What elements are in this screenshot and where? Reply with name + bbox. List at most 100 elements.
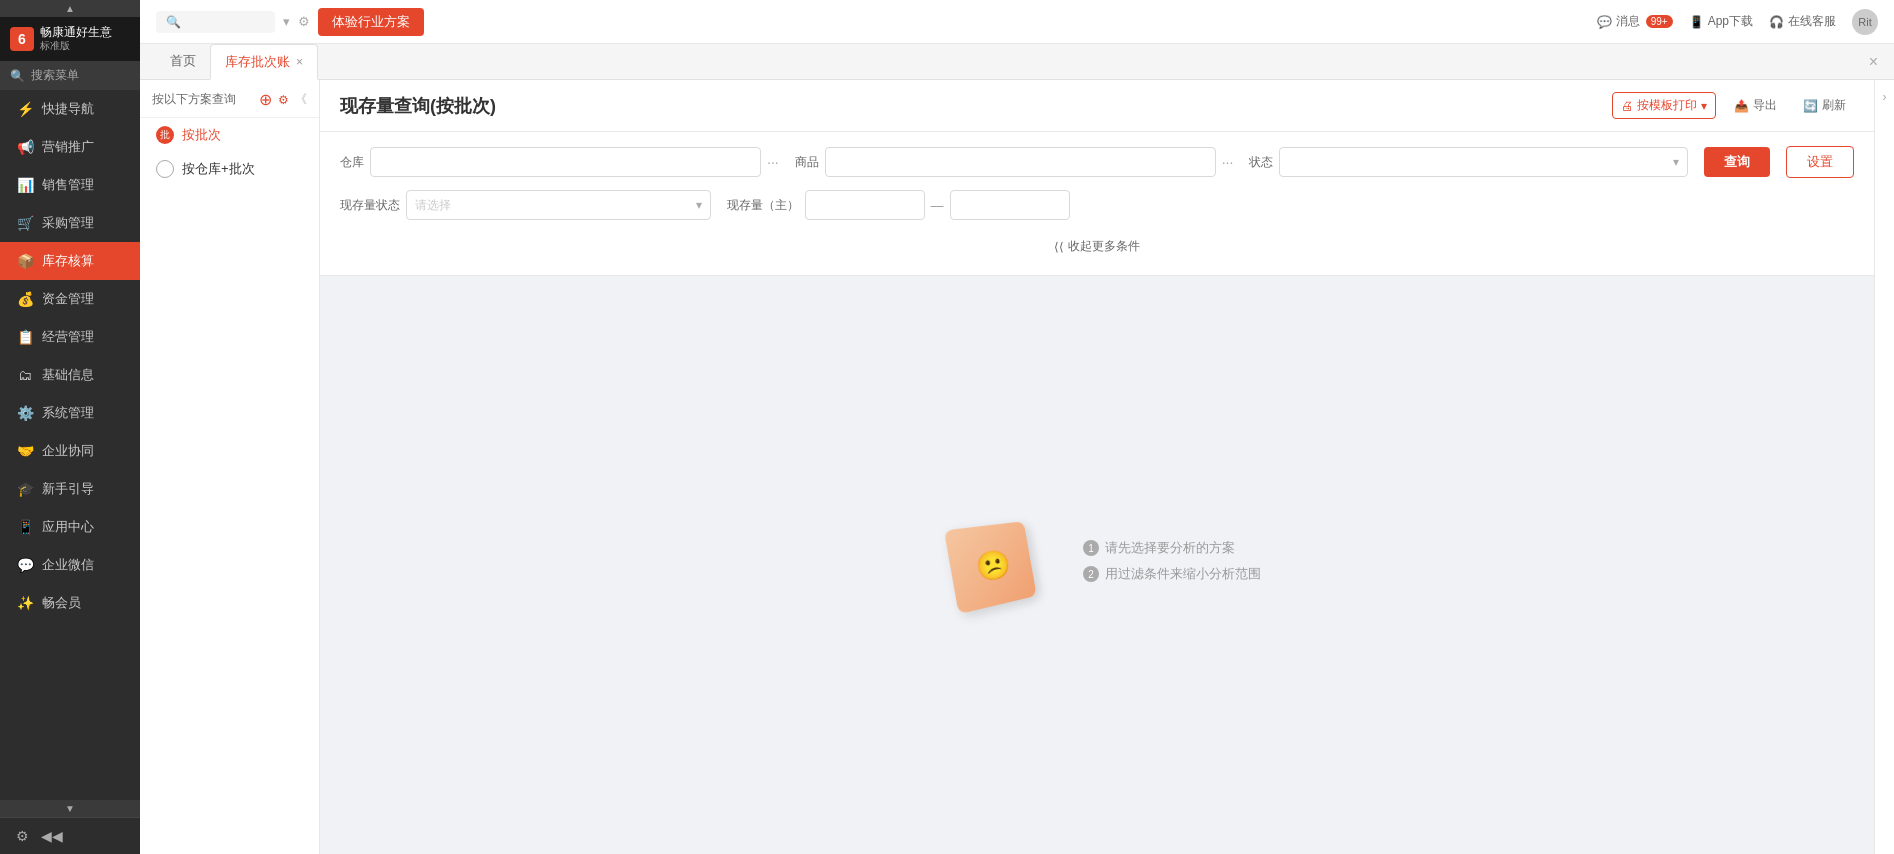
quantity-max-input[interactable]: [950, 190, 1070, 220]
sidebar-item-finance[interactable]: 💰 资金管理: [0, 280, 140, 318]
product-label: 商品: [795, 154, 819, 171]
step2-num: 2: [1083, 566, 1099, 582]
status-label: 状态: [1249, 154, 1273, 171]
warehouse-dots[interactable]: ···: [767, 154, 779, 170]
topbar-search-box[interactable]: 🔍: [156, 11, 275, 33]
collapse-up-icon: ⟨⟨: [1054, 240, 1064, 254]
tab-home[interactable]: 首页: [156, 44, 210, 80]
filter-add-icon[interactable]: ⊕: [259, 90, 272, 109]
messages-group[interactable]: 💬 消息 99+: [1597, 13, 1673, 30]
refresh-icon: 🔄: [1803, 99, 1818, 113]
sidebar-item-newbie[interactable]: 🎓 新手引导: [0, 470, 140, 508]
product-select[interactable]: [825, 147, 1216, 177]
tab-inventory-batch[interactable]: 库存批次账 ×: [210, 44, 318, 80]
wechat-icon: 💬: [16, 556, 34, 574]
sidebar-scroll-up[interactable]: ▲: [0, 0, 140, 17]
basic-icon: 🗂: [16, 366, 34, 384]
sidebar-scroll-down[interactable]: ▼: [0, 800, 140, 817]
nav-label-wechat: 企业微信: [42, 556, 94, 574]
search-icon: 🔍: [10, 69, 25, 83]
empty-text: 1 请先选择要分析的方案 2 用过滤条件来缩小分析范围: [1083, 539, 1261, 591]
search-menu-label: 搜索菜单: [31, 67, 79, 84]
sidebar-footer: ⚙ ◀◀: [0, 817, 140, 854]
filter-settings-icon[interactable]: ⚙: [278, 93, 289, 107]
operations-icon: 📋: [16, 328, 34, 346]
topbar-dropdown-icon[interactable]: ▾: [283, 14, 290, 29]
quantity-label: 现存量（主）: [727, 197, 799, 214]
topbar-search-icon: 🔍: [166, 15, 181, 29]
collapse-sidebar-icon[interactable]: ◀◀: [41, 828, 63, 844]
sidebar-item-basic[interactable]: 🗂 基础信息: [0, 356, 140, 394]
product-dots[interactable]: ···: [1222, 154, 1234, 170]
sidebar: ▲ 6 畅康通好生意 标准版 🔍 搜索菜单 ⚡ 快捷导航 📢 营销推广 📊 销售…: [0, 0, 140, 854]
sidebar-search-item[interactable]: 🔍 搜索菜单: [0, 61, 140, 90]
content-area: 按以下方案查询 ⊕ ⚙ 《 批 按批次 按仓库+批次 现存量查询(按批次: [140, 80, 1894, 854]
settings-footer-icon[interactable]: ⚙: [16, 828, 29, 844]
sidebar-item-inventory[interactable]: 📦 库存核算: [0, 242, 140, 280]
member-icon: ✨: [16, 594, 34, 612]
marketing-icon: 📢: [16, 138, 34, 156]
warehouse-select[interactable]: [370, 147, 761, 177]
sidebar-item-apps[interactable]: 📱 应用中心: [0, 508, 140, 546]
experience-btn[interactable]: 体验行业方案: [318, 8, 424, 36]
topbar-gear-icon[interactable]: ⚙: [298, 14, 310, 29]
settings-button[interactable]: 设置: [1786, 146, 1854, 178]
sales-icon: 📊: [16, 176, 34, 194]
sidebar-header: 6 畅康通好生意 标准版: [0, 17, 140, 61]
tab-home-label: 首页: [170, 52, 196, 70]
sidebar-item-sales[interactable]: 📊 销售管理: [0, 166, 140, 204]
nav-label-newbie: 新手引导: [42, 480, 94, 498]
stock-status-dropdown-icon: ▾: [696, 198, 702, 212]
nav-label-marketing: 营销推广: [42, 138, 94, 156]
nav-label-system: 系统管理: [42, 404, 94, 422]
scheme-batch[interactable]: 批 按批次: [140, 118, 319, 152]
filter-panel-header: 按以下方案查询 ⊕ ⚙ 《: [140, 90, 319, 118]
app-version: 标准版: [40, 39, 112, 53]
sidebar-nav: ⚡ 快捷导航 📢 营销推广 📊 销售管理 🛒 采购管理 📦 库存核算 💰 资金管…: [0, 90, 140, 800]
status-filter-item: 状态 ▾: [1249, 147, 1688, 177]
app-download-group[interactable]: 📱 App下载: [1689, 13, 1753, 30]
sidebar-item-member[interactable]: ✨ 畅会员: [0, 584, 140, 622]
apps-icon: 📱: [16, 518, 34, 536]
query-button[interactable]: 查询: [1704, 147, 1770, 177]
sidebar-item-operations[interactable]: 📋 经营管理: [0, 318, 140, 356]
online-service-group[interactable]: 🎧 在线客服: [1769, 13, 1836, 30]
template-print-btn[interactable]: 🖨 按模板打印 ▾: [1612, 92, 1716, 119]
sidebar-item-system[interactable]: ⚙️ 系统管理: [0, 394, 140, 432]
print-dropdown-icon[interactable]: ▾: [1701, 99, 1707, 113]
export-icon: 📤: [1734, 99, 1749, 113]
sidebar-item-enterprise[interactable]: 🤝 企业协同: [0, 432, 140, 470]
nav-label-finance: 资金管理: [42, 290, 94, 308]
nav-label-sales: 销售管理: [42, 176, 94, 194]
scheme-warehouse-batch-icon: [156, 160, 174, 178]
collapse-conditions-btn[interactable]: ⟨⟨ 收起更多条件: [340, 232, 1854, 261]
quantity-min-input[interactable]: [805, 190, 925, 220]
sidebar-item-wechat[interactable]: 💬 企业微信: [0, 546, 140, 584]
main-content: 现存量查询(按批次) 🖨 按模板打印 ▾ 📤 导出 🔄 刷新: [320, 80, 1874, 854]
export-btn[interactable]: 📤 导出: [1726, 93, 1785, 118]
nav-label-purchase: 采购管理: [42, 214, 94, 232]
stock-status-select[interactable]: 请选择 ▾: [406, 190, 711, 220]
sidebar-item-marketing[interactable]: 📢 营销推广: [0, 128, 140, 166]
purchase-icon: 🛒: [16, 214, 34, 232]
tab-close-icon[interactable]: ×: [296, 55, 303, 69]
scheme-warehouse-batch[interactable]: 按仓库+批次: [140, 152, 319, 186]
user-group[interactable]: Rit: [1852, 9, 1878, 35]
nav-label-inventory: 库存核算: [42, 252, 94, 270]
export-label: 导出: [1753, 97, 1777, 114]
status-dropdown-icon: ▾: [1673, 155, 1679, 169]
sidebar-item-shortcut[interactable]: ⚡ 快捷导航: [0, 90, 140, 128]
right-panel-chevron[interactable]: ›: [1883, 90, 1887, 104]
page-header: 现存量查询(按批次) 🖨 按模板打印 ▾ 📤 导出 🔄 刷新: [320, 80, 1874, 132]
filter-row-1: 仓库 ··· 商品 ···: [340, 146, 1854, 178]
status-select[interactable]: ▾: [1279, 147, 1688, 177]
message-icon: 💬: [1597, 15, 1612, 29]
product-filter-item: 商品 ···: [795, 147, 1234, 177]
sidebar-item-purchase[interactable]: 🛒 采购管理: [0, 204, 140, 242]
tab-close-panel-icon[interactable]: ×: [1869, 53, 1878, 71]
page-actions: 🖨 按模板打印 ▾ 📤 导出 🔄 刷新: [1612, 92, 1854, 119]
filter-panel: 按以下方案查询 ⊕ ⚙ 《 批 按批次 按仓库+批次: [140, 80, 320, 854]
refresh-btn[interactable]: 🔄 刷新: [1795, 93, 1854, 118]
filter-collapse-icon[interactable]: 《: [295, 91, 307, 108]
quantity-filter-item: 现存量（主） —: [727, 190, 1098, 220]
